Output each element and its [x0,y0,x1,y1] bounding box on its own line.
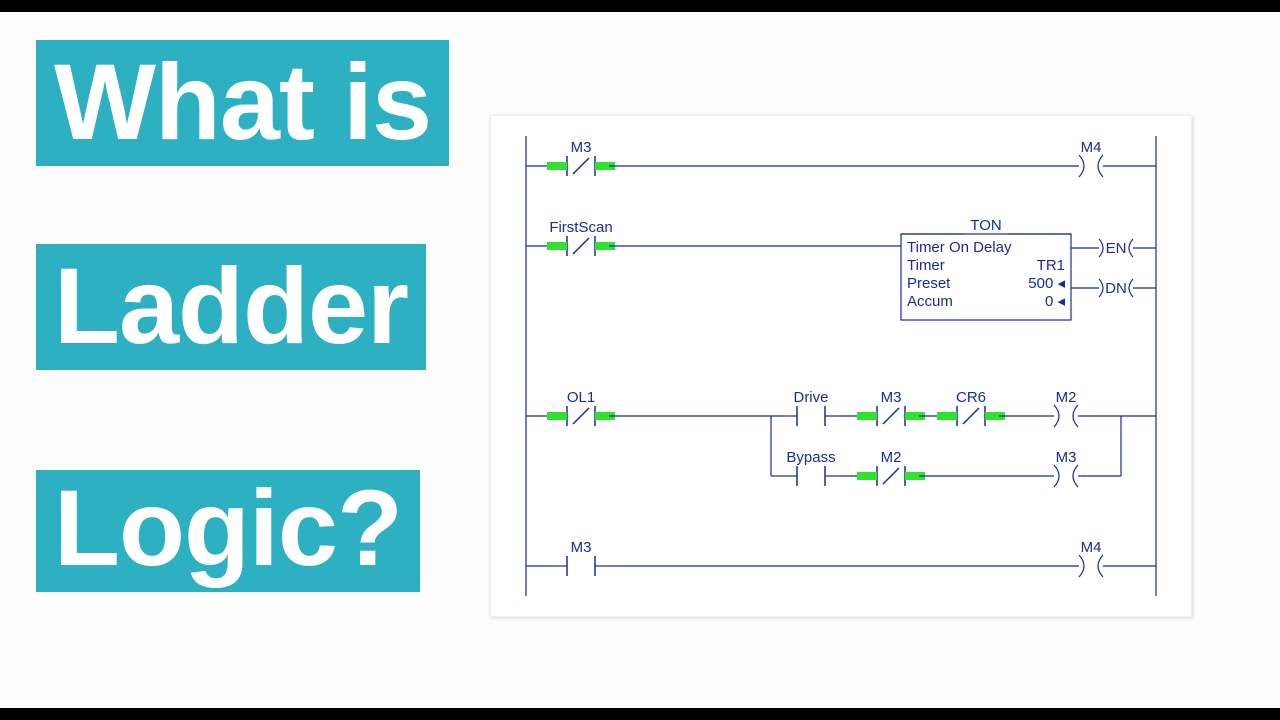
svg-text:M4: M4 [1081,539,1102,556]
svg-text:M3: M3 [571,539,592,556]
svg-text:Accum: Accum [907,293,953,310]
title-line-3: Logic? [36,470,420,592]
svg-text:DN: DN [1105,280,1127,297]
title-line-2: Ladder [36,244,426,370]
ladder-diagram: M3 M4 FirstScan TON Timer On DelayTimer TR1 Pr… [490,115,1192,617]
svg-text:CR6: CR6 [956,389,986,406]
svg-text:Timer: Timer [907,257,945,274]
svg-text:FirstScan: FirstScan [549,219,612,236]
svg-text:0 ◂: 0 ◂ [1045,293,1066,310]
svg-text:M3: M3 [1056,449,1077,466]
svg-text:TR1: TR1 [1037,257,1065,274]
svg-text:M3: M3 [571,139,592,156]
svg-text:M4: M4 [1081,139,1102,156]
svg-text:Bypass: Bypass [786,449,835,466]
svg-text:OL1: OL1 [567,389,595,406]
svg-text:EN: EN [1106,240,1127,257]
svg-text:M2: M2 [881,449,902,466]
svg-text:TON: TON [970,217,1001,234]
svg-text:Preset: Preset [907,275,951,292]
svg-text:Timer On Delay: Timer On Delay [907,239,1012,256]
svg-text:500 ◂: 500 ◂ [1028,275,1065,292]
svg-text:Drive: Drive [793,389,828,406]
svg-text:M3: M3 [881,389,902,406]
title-line-1: What is [36,40,449,166]
svg-text:M2: M2 [1056,389,1077,406]
